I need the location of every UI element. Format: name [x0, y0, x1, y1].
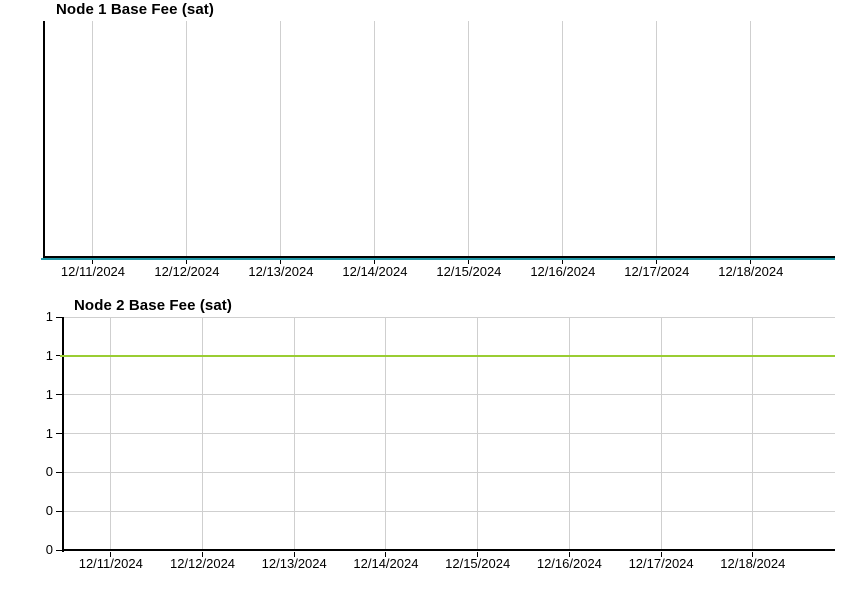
y-tick-label: 1 — [0, 425, 53, 440]
y-axis — [62, 317, 64, 552]
x-tick-label: 12/11/2024 — [79, 556, 143, 571]
y-tick-label: 0 — [0, 464, 53, 479]
x-tick-label: 12/16/2024 — [537, 556, 602, 571]
y-gridline — [62, 433, 835, 434]
y-tick-label: 1 — [0, 348, 53, 363]
node2-plot-area: 12/11/2024 12/12/2024 12/13/2024 12/14/2024… — [0, 0, 860, 600]
x-tick-label: 12/18/2024 — [720, 556, 785, 571]
base-fee-charts-page: Node 1 Base Fee (sat) 12/11/202412/12/20… — [0, 0, 860, 600]
x-tick-label: 12/15/2024 — [445, 556, 510, 571]
y-gridline — [62, 472, 835, 473]
y-gridline — [62, 511, 835, 512]
y-tick-label: 1 — [0, 309, 53, 324]
series-line-node-2-base-fee-sat- — [60, 355, 835, 357]
x-tick-label: 12/17/2024 — [629, 556, 694, 571]
y-tick-label: 1 — [0, 386, 53, 401]
x-axis — [62, 549, 835, 551]
x-tick-label: 12/13/2024 — [262, 556, 327, 571]
y-gridline — [62, 394, 835, 395]
y-tick-label: 0 — [0, 542, 53, 557]
y-gridline — [62, 317, 835, 318]
x-tick-label: 12/14/2024 — [353, 556, 418, 571]
x-tick-label: 12/12/2024 — [170, 556, 235, 571]
y-tick-label: 0 — [0, 503, 53, 518]
